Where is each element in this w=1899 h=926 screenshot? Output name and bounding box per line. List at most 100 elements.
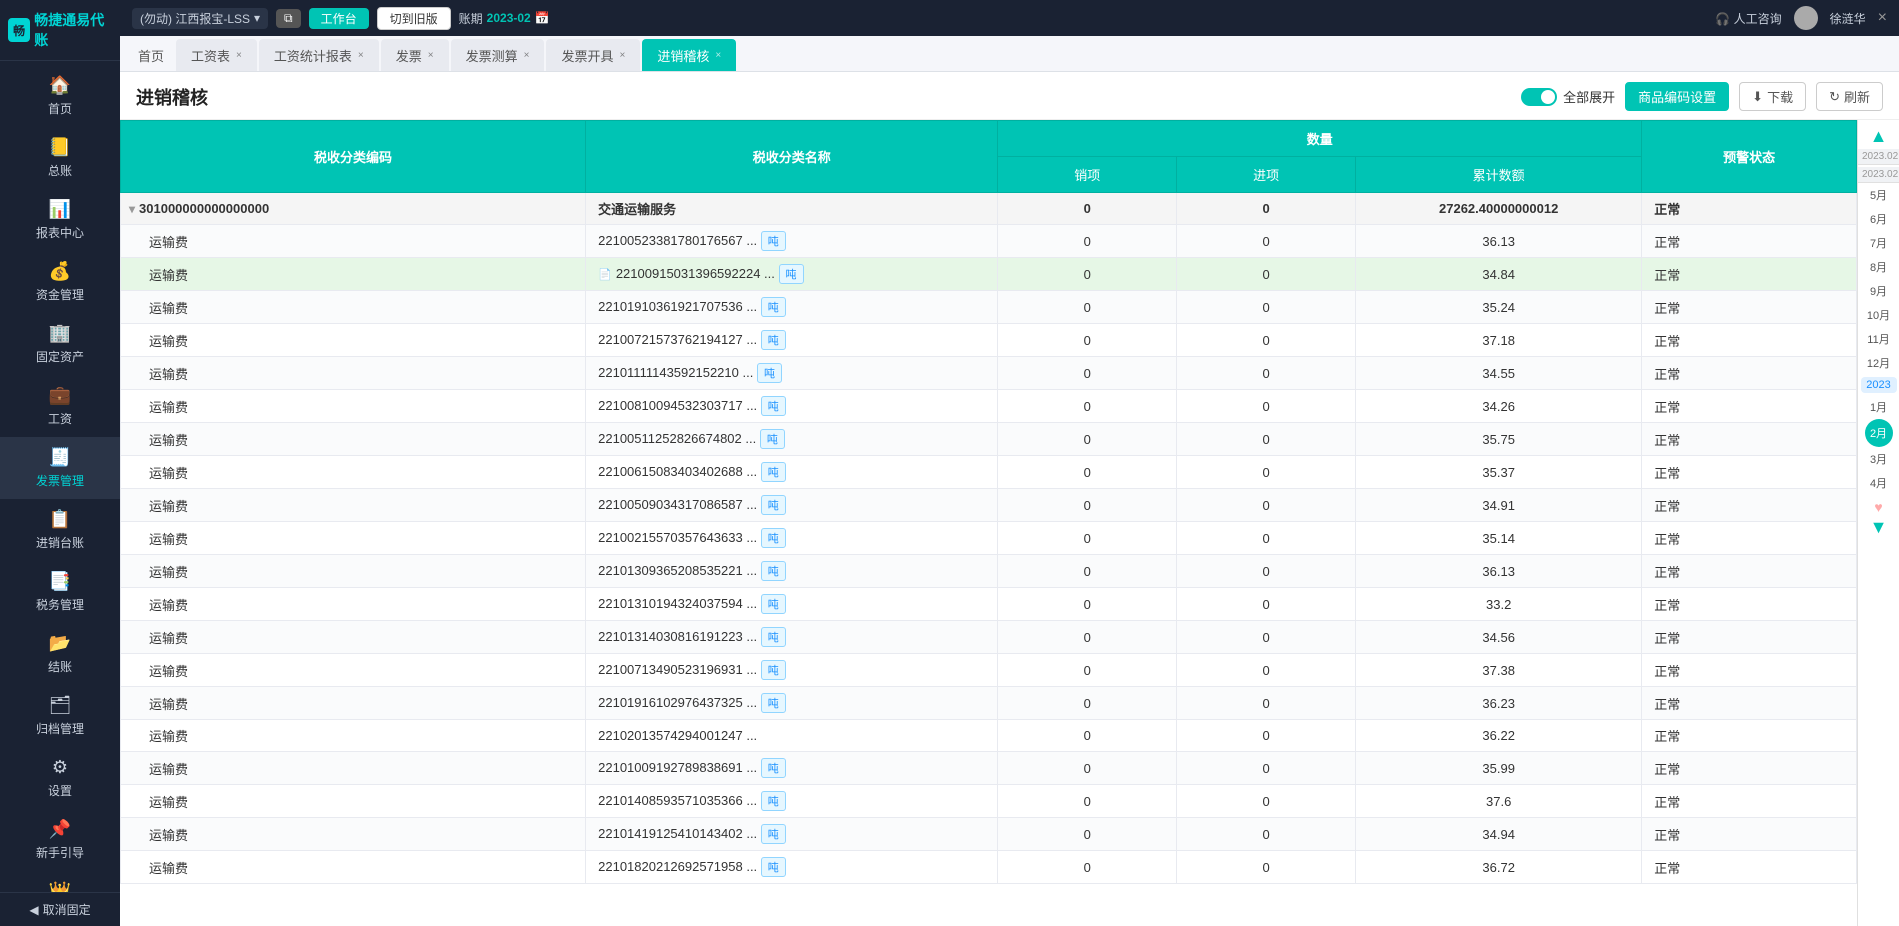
table-row: 运输费 22101408593571035366 ... 吨 0 0 37.6 … xyxy=(121,785,1857,818)
expand-toggle-text: 全部展开 xyxy=(1563,87,1615,106)
product-code-btn[interactable]: 商品编码设置 xyxy=(1625,82,1729,111)
row-name: 运输费 xyxy=(121,785,586,818)
timeline-down[interactable]: ▼ xyxy=(1868,515,1890,540)
tab-home[interactable]: 首页 xyxy=(128,40,174,71)
back-btn[interactable]: 切到旧版 xyxy=(377,7,451,30)
sidebar-item-label: 发票管理 xyxy=(36,472,84,489)
table-row: 运输费 22100523381780176567 ... 吨 0 0 36.13… xyxy=(121,225,1857,258)
timeline-month-7[interactable]: 7月 xyxy=(1858,231,1899,255)
timeline-month-1[interactable]: 1月 xyxy=(1858,395,1899,419)
row-name: 运输费 xyxy=(121,522,586,555)
group-name: 交通运输服务 xyxy=(586,193,998,225)
sidebar-item-label: 工资 xyxy=(48,410,72,427)
timeline-month-12[interactable]: 12月 xyxy=(1858,351,1899,375)
sidebar-item-archive[interactable]: 🗂 归档管理 xyxy=(0,685,120,747)
sidebar-item-salary[interactable]: 💼 工资 xyxy=(0,375,120,437)
row-purchase: 0 xyxy=(1177,851,1356,884)
app-logo-icon: 畅 xyxy=(8,18,30,42)
timeline-up[interactable]: ▲ xyxy=(1868,124,1890,149)
row-status: 正常 xyxy=(1642,687,1857,720)
sidebar-item-tax-mgmt[interactable]: 📑 税务管理 xyxy=(0,561,120,623)
tab-invoice-close[interactable]: × xyxy=(428,50,434,61)
company-selector[interactable]: (勿动) 江西报宝-LSS ▾ xyxy=(132,8,268,29)
tab-invoice-calc[interactable]: 发票测算 × xyxy=(451,39,545,71)
close-btn[interactable]: × xyxy=(1878,9,1887,27)
row-invoice-no: 22101419125410143402 ... 吨 xyxy=(586,818,998,851)
row-sales: 0 xyxy=(998,720,1177,752)
funds-icon: 💰 xyxy=(49,261,71,282)
sidebar-item-reports[interactable]: 📊 报表中心 xyxy=(0,189,120,251)
tab-invoice-open-close[interactable]: × xyxy=(619,50,625,61)
timeline-month-5[interactable]: 5月 xyxy=(1858,183,1899,207)
copy-btn[interactable]: ⧉ xyxy=(276,9,301,28)
row-sales: 0 xyxy=(998,357,1177,390)
user-name: 徐涟华 xyxy=(1830,10,1866,27)
sidebar-item-settlement[interactable]: 📂 结账 xyxy=(0,623,120,685)
expand-toggle-label: 全部展开 xyxy=(1521,87,1615,106)
group-code: ▾301000000000000000 xyxy=(121,193,586,225)
period-calendar-icon[interactable]: 📅 xyxy=(535,11,550,25)
timeline-month-8[interactable]: 8月 xyxy=(1858,255,1899,279)
sidebar-item-sales-ledger[interactable]: 📋 进销台账 xyxy=(0,499,120,561)
table-row: 运输费 22100509034317086587 ... 吨 0 0 34.91… xyxy=(121,489,1857,522)
sidebar-item-invoice-mgmt[interactable]: 🧾 发票管理 xyxy=(0,437,120,499)
sidebar-item-member[interactable]: 👑 畅会员 xyxy=(0,871,120,892)
group-purchase: 0 xyxy=(1177,193,1356,225)
row-purchase: 0 xyxy=(1177,654,1356,687)
tab-invoice-calc-close[interactable]: × xyxy=(524,50,530,61)
tab-sales-check-close[interactable]: × xyxy=(715,50,721,61)
col-sales: 销项 xyxy=(998,157,1177,193)
row-purchase: 0 xyxy=(1177,785,1356,818)
row-sales: 0 xyxy=(998,390,1177,423)
table-row: 运输费 22101916102976437325 ... 吨 0 0 36.23… xyxy=(121,687,1857,720)
timeline-month-2[interactable]: 2月 xyxy=(1865,419,1893,447)
sidebar-item-funds[interactable]: 💰 资金管理 xyxy=(0,251,120,313)
table-row: 运输费 22101419125410143402 ... 吨 0 0 34.94… xyxy=(121,818,1857,851)
download-btn[interactable]: ⬇ 下载 xyxy=(1739,82,1806,111)
unit-tag: 吨 xyxy=(761,660,786,680)
sidebar-item-guide[interactable]: 📌 新手引导 xyxy=(0,809,120,871)
unit-tag: 吨 xyxy=(761,791,786,811)
tab-invoice[interactable]: 发票 × xyxy=(381,39,449,71)
row-name: 运输费 xyxy=(121,489,586,522)
row-status: 正常 xyxy=(1642,785,1857,818)
row-invoice-no: 22101009192789838691 ... 吨 xyxy=(586,752,998,785)
sidebar-footer-pin[interactable]: ◀ 取消固定 xyxy=(0,892,120,926)
sidebar-item-home[interactable]: 🏠 首页 xyxy=(0,65,120,127)
row-total: 34.84 xyxy=(1356,258,1642,291)
tab-salary-stats-close[interactable]: × xyxy=(358,50,364,61)
workbench-btn[interactable]: 工作台 xyxy=(309,8,369,29)
sidebar-item-ledger[interactable]: 📒 总账 xyxy=(0,127,120,189)
col-cumulative: 累计数额 xyxy=(1356,157,1642,193)
timeline-month-3[interactable]: 3月 xyxy=(1858,447,1899,471)
timeline-month-11[interactable]: 11月 xyxy=(1858,327,1899,351)
tab-invoice-open[interactable]: 发票开具 × xyxy=(546,39,640,71)
table-row: 运输费 22101111143592152210 ... 吨 0 0 34.55… xyxy=(121,357,1857,390)
refresh-icon: ↻ xyxy=(1829,89,1840,105)
timeline-month-10[interactable]: 10月 xyxy=(1858,303,1899,327)
tab-sales-check[interactable]: 进销稽核 × xyxy=(642,39,736,71)
row-status: 正常 xyxy=(1642,720,1857,752)
tab-salary-stats[interactable]: 工资统计报表 × xyxy=(259,39,379,71)
row-sales: 0 xyxy=(998,555,1177,588)
sidebar-item-fixed-assets[interactable]: 🏢 固定资产 xyxy=(0,313,120,375)
timeline-month-6[interactable]: 6月 xyxy=(1858,207,1899,231)
table-row: 运输费 22101314030816191223 ... 吨 0 0 34.56… xyxy=(121,621,1857,654)
table-wrapper[interactable]: 税收分类编码 税收分类名称 数量 预警状态 xyxy=(120,120,1857,926)
refresh-btn[interactable]: ↻ 刷新 xyxy=(1816,82,1883,111)
row-purchase: 0 xyxy=(1177,720,1356,752)
main-table: 税收分类编码 税收分类名称 数量 预警状态 xyxy=(120,120,1857,884)
unit-tag: 吨 xyxy=(761,627,786,647)
row-invoice-no: 22101314030816191223 ... 吨 xyxy=(586,621,998,654)
row-total: 33.2 xyxy=(1356,588,1642,621)
timeline-month-4[interactable]: 4月 xyxy=(1858,471,1899,495)
support-btn[interactable]: 🎧 人工咨询 xyxy=(1715,10,1781,27)
row-invoice-no: 22101408593571035366 ... 吨 xyxy=(586,785,998,818)
tab-salary[interactable]: 工资表 × xyxy=(176,39,257,71)
sidebar-item-settings[interactable]: ⚙ 设置 xyxy=(0,747,120,809)
expand-toggle[interactable] xyxy=(1521,88,1557,106)
row-name: 运输费 xyxy=(121,390,586,423)
timeline-month-9[interactable]: 9月 xyxy=(1858,279,1899,303)
table-row: 运输费 22101009192789838691 ... 吨 0 0 35.99… xyxy=(121,752,1857,785)
tab-salary-close[interactable]: × xyxy=(236,50,242,61)
